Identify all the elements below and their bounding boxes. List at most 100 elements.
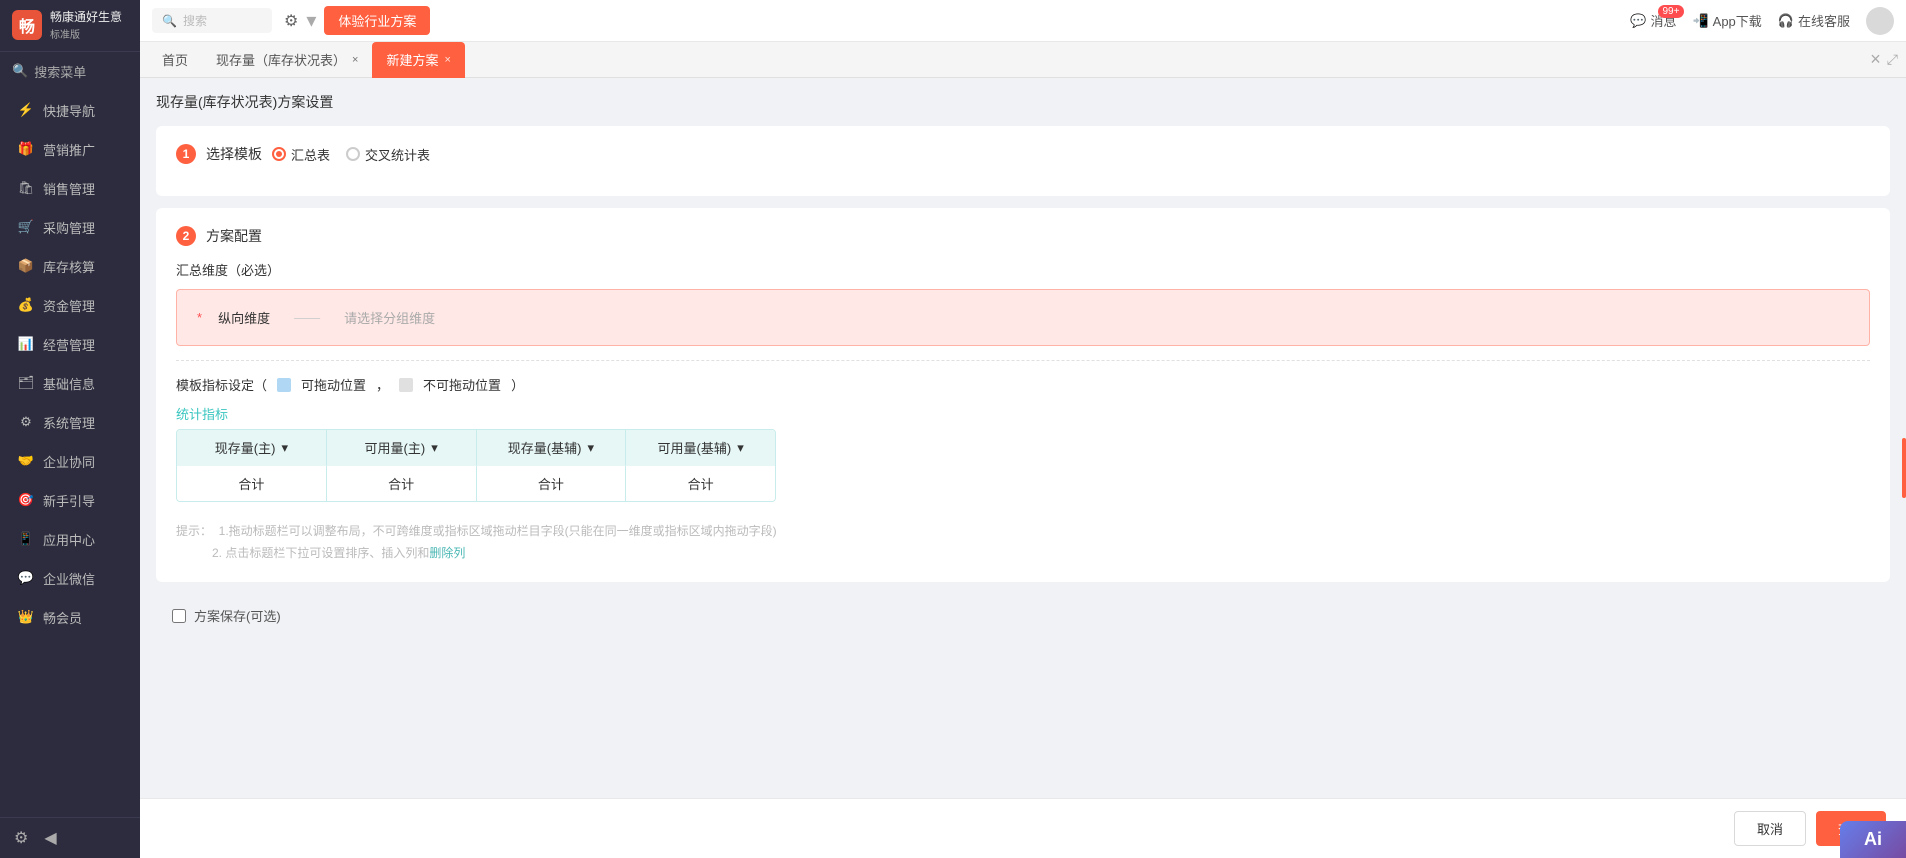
indicator-movable-label: 可拖动位置 — [301, 375, 366, 394]
dimension-config-row: * 纵向维度 —— 请选择分组维度 — [176, 289, 1870, 346]
section2-num: 2 — [176, 226, 196, 246]
topbar-right: 💬 消息 99+ 📲 App下载 🎧 在线客服 — [1630, 7, 1894, 35]
topbar-dropdown-icon[interactable]: ▾ — [306, 8, 316, 33]
tab-new-scheme[interactable]: 新建方案 × — [372, 42, 464, 78]
sidebar-item-wechat[interactable]: 💬 企业微信 — [0, 559, 140, 598]
col-available-aux-chevron: ▾ — [737, 440, 744, 456]
radio-crosstab[interactable]: 交叉统计表 — [346, 145, 430, 164]
sidebar: 畅 畅康通好生意 标准版 🔍 搜索菜单 ⚡ 快捷导航 🎁 营销推广 🛍 销售管理… — [0, 0, 140, 858]
trial-industry-button[interactable]: 体验行业方案 — [324, 6, 430, 35]
tip1-text: 1.拖动标题栏可以调整布局，不可跨维度或指标区域拖动栏目字段(只能在同一维度或指… — [219, 524, 777, 538]
topbar-search-box[interactable]: 🔍 搜索 — [152, 8, 272, 33]
topbar-app-download[interactable]: 📲 App下载 — [1692, 11, 1761, 30]
settings-icon[interactable]: ⚙ — [14, 828, 28, 848]
sidebar-item-label: 快捷导航 — [43, 101, 95, 120]
fixed-badge — [399, 378, 413, 392]
sidebar-item-member[interactable]: 👑 畅会员 — [0, 598, 140, 637]
save-label[interactable]: 方案保存(可选) — [194, 606, 281, 625]
search-icon: 🔍 — [12, 63, 28, 79]
marketing-icon: 🎁 — [17, 140, 35, 158]
sidebar-item-label: 畅会员 — [43, 608, 82, 627]
dimension-placeholder-text[interactable]: 请选择分组维度 — [344, 308, 435, 327]
movable-badge — [277, 378, 291, 392]
sidebar-item-basic[interactable]: 🗂 基础信息 — [0, 364, 140, 403]
tip2-delete-link[interactable]: 删除列 — [429, 546, 465, 560]
stats-col-cur-qty-aux[interactable]: 现存量(基辅) ▾ — [477, 430, 627, 465]
panel-expand-icon[interactable]: ⤢ — [1887, 51, 1898, 68]
sidebar-item-new-guide[interactable]: 🎯 新手引导 — [0, 481, 140, 520]
sidebar-item-label: 营销推广 — [43, 140, 95, 159]
sidebar-search[interactable]: 🔍 搜索菜单 — [0, 52, 140, 91]
sidebar-item-label: 系统管理 — [43, 413, 95, 432]
online-service-label: 在线客服 — [1798, 11, 1850, 30]
col-cur-qty-aux-label: 现存量(基辅) — [508, 438, 582, 457]
radio-summary-dot — [272, 147, 286, 161]
cancel-button[interactable]: 取消 — [1734, 811, 1806, 846]
purchase-icon: 🛒 — [17, 218, 35, 236]
section2-card: 2 方案配置 汇总维度（必选） * 纵向维度 —— 请选择分组维度 模板指标设定… — [156, 208, 1890, 582]
indicator-label-row: 模板指标设定（ 可拖动位置 ， 不可拖动位置 ） — [176, 375, 1870, 394]
col-available-main-chevron: ▾ — [431, 440, 438, 456]
tab-inventory-status[interactable]: 现存量（库存状况表） × — [202, 42, 372, 78]
tab-home[interactable]: 首页 — [148, 42, 202, 78]
sidebar-item-app-center[interactable]: 📱 应用中心 — [0, 520, 140, 559]
tab-new-scheme-close[interactable]: × — [444, 54, 450, 66]
section1-header: 1 选择模板 汇总表 交叉统计表 — [176, 144, 1870, 164]
sidebar-item-inventory[interactable]: 📦 库存核算 — [0, 247, 140, 286]
collapse-icon[interactable]: ◀ — [44, 828, 56, 848]
stats-section-label: 统计指标 — [176, 404, 1870, 423]
topbar-online-service[interactable]: 🎧 在线客服 — [1778, 11, 1850, 30]
user-avatar[interactable] — [1866, 7, 1894, 35]
system-icon: ⚙ — [17, 413, 35, 431]
radio-summary[interactable]: 汇总表 — [272, 145, 330, 164]
save-checkbox[interactable] — [172, 609, 186, 623]
sidebar-item-marketing[interactable]: 🎁 营销推广 — [0, 130, 140, 169]
dimension-separator: —— — [294, 310, 320, 325]
headset-icon: 🎧 — [1778, 13, 1794, 29]
col-cur-qty-main-label: 现存量(主) — [215, 438, 276, 457]
panel-close-icon[interactable]: × — [1870, 49, 1881, 70]
topbar-search-icon: 🔍 — [162, 14, 177, 28]
sidebar-item-quick-nav[interactable]: ⚡ 快捷导航 — [0, 91, 140, 130]
section1-card: 1 选择模板 汇总表 交叉统计表 — [156, 126, 1890, 196]
indicator-suffix: ） — [511, 375, 524, 394]
col-cur-qty-main-chevron: ▾ — [281, 440, 288, 456]
topbar-message[interactable]: 💬 消息 99+ — [1630, 11, 1676, 30]
ai-badge[interactable]: Ai — [1840, 821, 1906, 858]
indicator-comma: ， — [376, 375, 389, 394]
radio-crosstab-dot — [346, 147, 360, 161]
stats-col-cur-qty-main[interactable]: 现存量(主) ▾ — [177, 430, 327, 465]
member-icon: 👑 — [17, 608, 35, 626]
bottom-action-bar: 取消 查询 — [140, 798, 1906, 858]
sidebar-nav: ⚡ 快捷导航 🎁 营销推广 🛍 销售管理 🛒 采购管理 📦 库存核算 💰 资金管… — [0, 91, 140, 817]
new-guide-icon: 🎯 — [17, 491, 35, 509]
sidebar-item-label: 企业协同 — [43, 452, 95, 471]
topbar: 🔍 搜索 ⚙ ▾ 体验行业方案 💬 消息 99+ 📲 App下载 🎧 在线客服 — [140, 0, 1906, 42]
sidebar-item-operations[interactable]: 📊 经营管理 — [0, 325, 140, 364]
summary-dimension-label: 汇总维度（必选） — [176, 260, 1870, 279]
content-area: 现存量(库存状况表)方案设置 1 选择模板 汇总表 交叉统计表 — [140, 78, 1906, 798]
sidebar-item-sales[interactable]: 🛍 销售管理 — [0, 169, 140, 208]
stats-col-available-main[interactable]: 可用量(主) ▾ — [327, 430, 477, 465]
topbar-gear-icon[interactable]: ⚙ — [284, 11, 298, 31]
section1-num: 1 — [176, 144, 196, 164]
section-divider — [176, 360, 1870, 361]
sidebar-item-cooperation[interactable]: 🤝 企业协同 — [0, 442, 140, 481]
sidebar-item-finance[interactable]: 💰 资金管理 — [0, 286, 140, 325]
inventory-icon: 📦 — [17, 257, 35, 275]
sidebar-item-purchase[interactable]: 🛒 采购管理 — [0, 208, 140, 247]
sidebar-item-label: 资金管理 — [43, 296, 95, 315]
col-cur-qty-aux-chevron: ▾ — [587, 440, 594, 456]
dimension-row-label: 纵向维度 — [218, 308, 270, 327]
tab-inventory-status-label: 现存量（库存状况表） — [216, 50, 346, 69]
sidebar-item-label: 应用中心 — [43, 530, 95, 549]
stats-data-row: 合计 合计 合计 合计 — [177, 465, 775, 501]
indicator-fixed-label: 不可拖动位置 — [423, 375, 501, 394]
sidebar-item-label: 企业微信 — [43, 569, 95, 588]
stats-col-available-aux[interactable]: 可用量(基辅) ▾ — [626, 430, 775, 465]
tab-inventory-status-close[interactable]: × — [352, 54, 358, 66]
col-available-aux-label: 可用量(基辅) — [658, 438, 732, 457]
section2-title: 方案配置 — [206, 226, 262, 246]
quick-nav-icon: ⚡ — [17, 101, 35, 119]
sidebar-item-system[interactable]: ⚙ 系统管理 — [0, 403, 140, 442]
